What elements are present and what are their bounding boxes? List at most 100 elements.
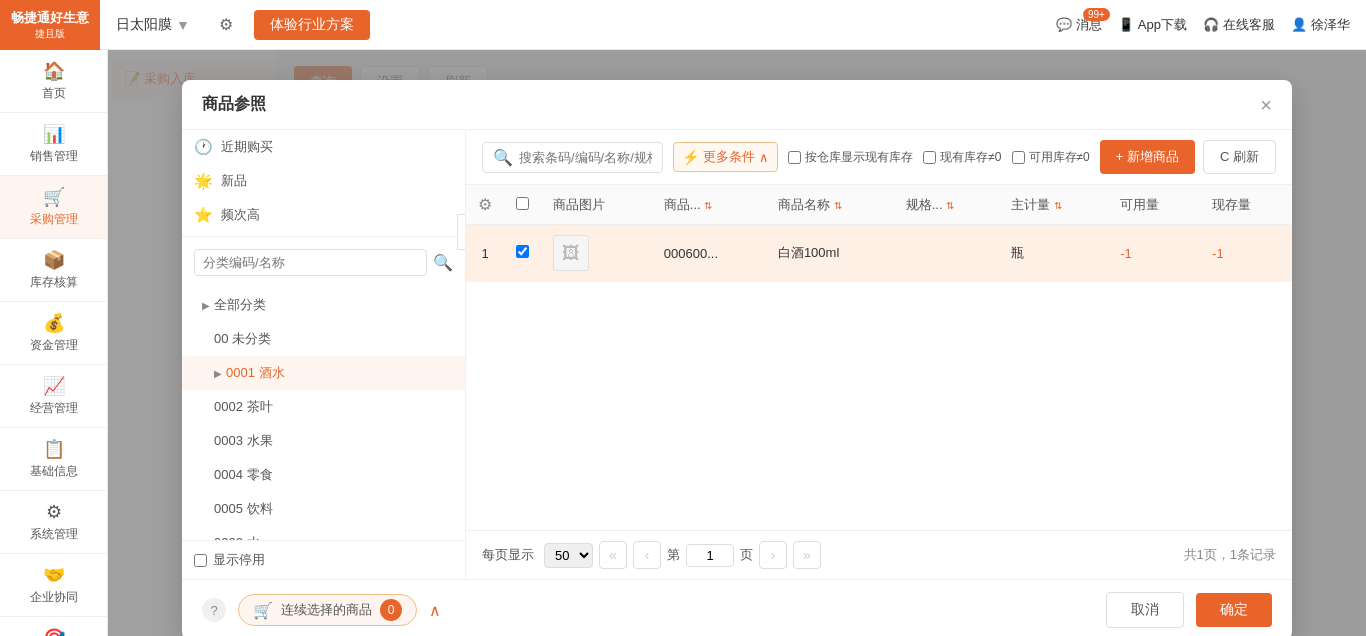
modal-footer: ? 🛒 连续选择的商品 0 ∧ 取消 确定 (182, 579, 1292, 636)
app-download-label: App下载 (1138, 16, 1187, 34)
logo-title: 畅捷通好生意 (11, 9, 89, 27)
row-available: -1 (1108, 225, 1200, 282)
add-product-button[interactable]: + 新增商品 (1100, 140, 1195, 174)
guide-icon: 🎯 (43, 627, 65, 636)
settings-icon[interactable]: ⚙ (210, 9, 242, 41)
row-spec (894, 225, 1000, 282)
category-0003[interactable]: 0003 水果 (182, 424, 465, 458)
nav-recent[interactable]: 🕐 近期购买 (182, 130, 465, 164)
warehouse-label[interactable]: 按仓库显示现有库存 (805, 149, 913, 166)
first-page-button[interactable]: « (599, 541, 627, 569)
category-0004[interactable]: 0004 零食 (182, 458, 465, 492)
sidebar-item-sales[interactable]: 📊 销售管理 (0, 113, 107, 176)
brand-selector[interactable]: 日太阳膜 ▼ (116, 16, 190, 34)
cart-info-area[interactable]: 🛒 连续选择的商品 0 (238, 594, 417, 626)
star-icon: ⭐ (194, 206, 213, 224)
category-0005-label: 0005 饮料 (214, 500, 273, 518)
category-0008[interactable]: 0008 水 (182, 526, 465, 540)
per-page-select[interactable]: 50 (544, 543, 593, 568)
cart-icon: 🛒 (253, 601, 273, 620)
category-0001[interactable]: ▶ 0001 酒水 (182, 356, 465, 390)
expand-icon: ▶ (202, 300, 210, 311)
sidebar-item-enterprise[interactable]: 🤝 企业协同 (0, 554, 107, 617)
sidebar-label-enterprise: 企业协同 (30, 589, 78, 606)
code-col-header: 商品... ⇅ (652, 185, 766, 225)
prev-page-button[interactable]: ‹ (633, 541, 661, 569)
sidebar-item-purchase[interactable]: 🛒 采购管理 (0, 176, 107, 239)
column-settings-icon[interactable]: ⚙ (478, 195, 492, 214)
navbar: 畅捷通好生意 捷且版 日太阳膜 ▼ ⚙ 体验行业方案 💬 消息 99+ 📱 Ap… (0, 0, 1366, 50)
filter-arrow-icon: ∧ (759, 150, 769, 165)
message-icon: 💬 (1056, 17, 1072, 32)
available-checkbox[interactable] (923, 151, 936, 164)
product-thumbnail: 🖼 (553, 235, 589, 271)
sidebar-item-business[interactable]: 📈 经营管理 (0, 365, 107, 428)
sidebar-label-inventory: 库存核算 (30, 274, 78, 291)
logo-sub: 捷且版 (35, 27, 65, 41)
message-item[interactable]: 💬 消息 99+ (1056, 16, 1102, 34)
last-page-button[interactable]: » (793, 541, 821, 569)
sort-icon-unit: ⇅ (1054, 200, 1062, 211)
select-all-checkbox[interactable] (516, 197, 529, 210)
left-panel: 🕐 近期购买 🌟 新品 ⭐ 频次高 (182, 130, 466, 579)
sidebar-item-system[interactable]: ⚙ 系统管理 (0, 491, 107, 554)
online-service-item[interactable]: 🎧 在线客服 (1203, 16, 1275, 34)
collapse-cart-icon[interactable]: ∧ (429, 601, 441, 620)
usable-checkbox[interactable] (1012, 151, 1025, 164)
category-0005[interactable]: 0005 饮料 (182, 492, 465, 526)
available-label[interactable]: 现有库存≠0 (940, 149, 1001, 166)
warehouse-checkbox[interactable] (788, 151, 801, 164)
row-checkbox[interactable] (504, 225, 541, 282)
show-disabled-checkbox[interactable] (194, 554, 207, 567)
home-icon: 🏠 (43, 60, 65, 82)
category-0002[interactable]: 0002 茶叶 (182, 390, 465, 424)
modal-close-button[interactable]: × (1260, 95, 1272, 115)
sidebar-item-home[interactable]: 🏠 首页 (0, 50, 107, 113)
category-search-icon[interactable]: 🔍 (433, 253, 453, 272)
system-icon: ⚙ (46, 501, 62, 523)
next-page-button[interactable]: › (759, 541, 787, 569)
toolbar-right-buttons: + 新增商品 C 刷新 (1100, 140, 1276, 174)
app-download-item[interactable]: 📱 App下载 (1118, 16, 1187, 34)
sidebar-label-finance: 资金管理 (30, 337, 78, 354)
filter-button[interactable]: ⚡ 更多条件 ∧ (673, 142, 778, 172)
sidebar-item-inventory[interactable]: 📦 库存核算 (0, 239, 107, 302)
current-col-header: 现存量 (1200, 185, 1292, 225)
experience-button[interactable]: 体验行业方案 (254, 10, 370, 40)
show-disabled-label[interactable]: 显示停用 (213, 551, 265, 569)
pagination-total: 共1页，1条记录 (1184, 546, 1276, 564)
category-search-input[interactable] (194, 249, 427, 276)
category-all[interactable]: ▶ 全部分类 (182, 288, 465, 322)
nav-new[interactable]: 🌟 新品 (182, 164, 465, 198)
help-icon[interactable]: ? (202, 598, 226, 622)
modal-title: 商品参照 (202, 94, 266, 115)
product-table-container: ⚙ 商品图片 商品... ⇅ (466, 185, 1292, 530)
nav-frequent[interactable]: ⭐ 频次高 (182, 198, 465, 232)
sidebar-label-purchase: 采购管理 (30, 211, 78, 228)
confirm-button[interactable]: 确定 (1196, 593, 1272, 627)
product-search-input[interactable] (519, 150, 652, 165)
cancel-button[interactable]: 取消 (1106, 592, 1184, 628)
settings-col-header: ⚙ (466, 185, 504, 225)
category-00-label: 00 未分类 (214, 330, 271, 348)
user-item[interactable]: 👤 徐泽华 (1291, 16, 1350, 34)
finance-icon: 💰 (43, 312, 65, 334)
refresh-button[interactable]: C 刷新 (1203, 140, 1276, 174)
page-input[interactable] (686, 544, 734, 567)
spec-col-header: 规格... ⇅ (894, 185, 1000, 225)
usable-label[interactable]: 可用库存≠0 (1029, 149, 1090, 166)
sidebar-item-guide[interactable]: 🎯 新手引导 (0, 617, 107, 636)
collapse-panel-button[interactable]: 《 (457, 214, 466, 250)
sidebar-label-business: 经营管理 (30, 400, 78, 417)
quick-nav: 🕐 近期购买 🌟 新品 ⭐ 频次高 (182, 130, 465, 232)
row-image: 🖼 (541, 225, 652, 282)
row-current: -1 (1200, 225, 1292, 282)
sidebar-item-finance[interactable]: 💰 资金管理 (0, 302, 107, 365)
divider (182, 236, 465, 237)
table-row[interactable]: 1 🖼 000600... 白酒100ml 瓶 -1 -1 (466, 225, 1292, 282)
inventory-icon: 📦 (43, 249, 65, 271)
sidebar-item-basic[interactable]: 📋 基础信息 (0, 428, 107, 491)
nav-recent-label: 近期购买 (221, 138, 273, 156)
app-logo[interactable]: 畅捷通好生意 捷且版 (0, 0, 100, 50)
category-00[interactable]: 00 未分类 (182, 322, 465, 356)
